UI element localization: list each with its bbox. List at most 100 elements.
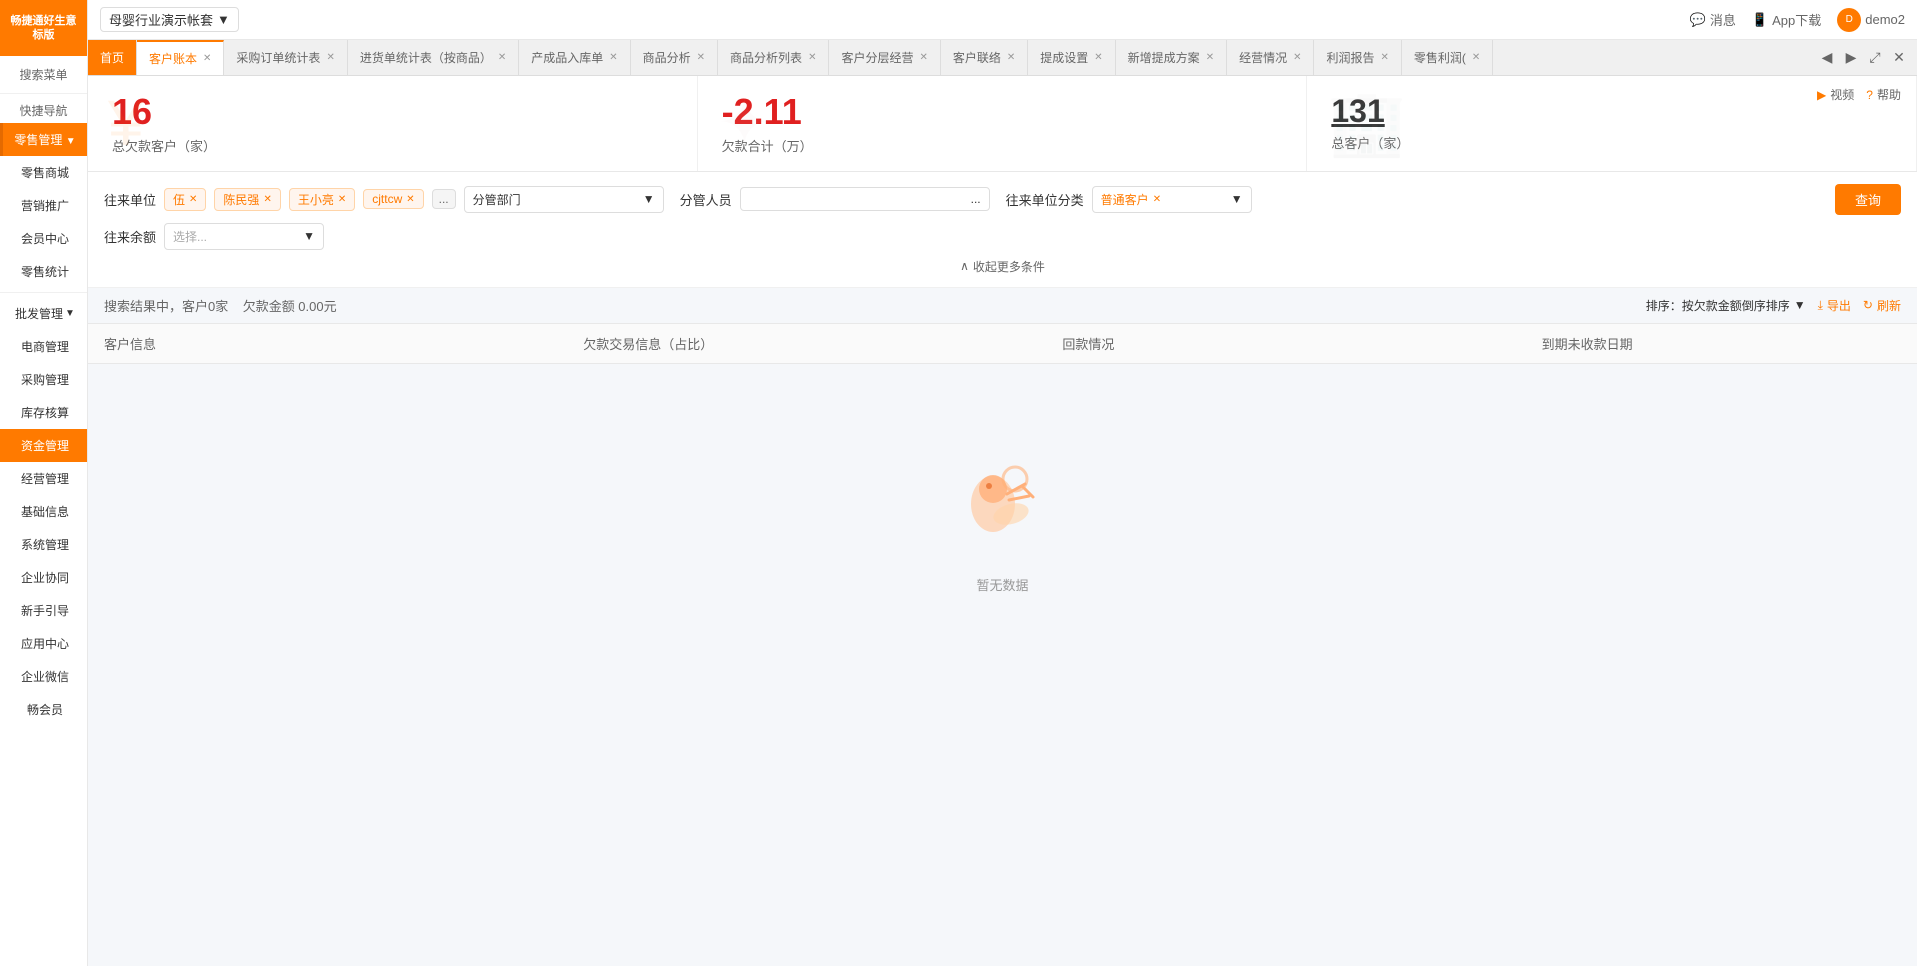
tag-close-chen[interactable]: ✕ (263, 194, 271, 205)
result-bar: 搜索结果中，客户0家 欠款金额 0.00元 排序：按欠款金额倒序排序 ▼ ⤓ 导… (88, 288, 1917, 324)
balance-label: 往来余额 (104, 227, 156, 246)
doc-help-btn[interactable]: ? 帮助 (1866, 86, 1901, 103)
video-help-btn[interactable]: ▶ 视频 (1817, 86, 1854, 103)
dept-filter[interactable]: 分管部门 ▼ (464, 186, 664, 213)
collapse-btn[interactable]: ∧ 收起更多条件 (104, 258, 1901, 275)
tab-operations-status[interactable]: 经营情况 ✕ (1227, 40, 1314, 76)
sidebar-item-ecommerce[interactable]: 电商管理 (0, 330, 87, 363)
sidebar-item-system[interactable]: 系统管理 (0, 528, 87, 561)
filter-more-btn[interactable]: ... (432, 189, 456, 209)
tag-close-wu[interactable]: ✕ (189, 194, 197, 205)
tag-close-wang[interactable]: ✕ (338, 194, 346, 205)
tab-product-inbound[interactable]: 产成品入库单 ✕ (519, 40, 630, 76)
tab-close-icon[interactable]: ✕ (1094, 52, 1102, 63)
tab-product-analysis-list[interactable]: 商品分析列表 ✕ (718, 40, 829, 76)
sidebar-item-purchase[interactable]: 采购管理 (0, 363, 87, 396)
tab-close-icon[interactable]: ✕ (609, 52, 617, 63)
sidebar-item-inventory[interactable]: 库存核算 (0, 396, 87, 429)
tag-close-category[interactable]: ✕ (1153, 194, 1161, 205)
stats-row: ¥ 16 总欠款客户（家） ✦ -2.11 欠款合计（万） 🏢 131 总客户（… (88, 76, 1917, 172)
tag-close-cjttcw[interactable]: ✕ (406, 194, 414, 205)
person-filter[interactable]: ... (740, 187, 990, 211)
chevron-down-icon: ▼ (643, 192, 655, 206)
tab-close-icon[interactable]: ✕ (326, 52, 334, 63)
main-content: 母婴行业演示帐套 ▼ 💬 消息 📱 App下载 D demo2 首页 (88, 0, 1917, 966)
sidebar-item-new-guide[interactable]: 新手引导 (0, 594, 87, 627)
balance-filter[interactable]: 选择... ▼ (164, 223, 324, 250)
tab-new-raise[interactable]: 新增提成方案 ✕ (1116, 40, 1227, 76)
chevron-down-icon: ▼ (66, 136, 76, 147)
stat-bg-icon-3: 🏢 (1327, 86, 1407, 161)
tab-close-icon[interactable]: ✕ (808, 52, 816, 63)
sidebar-item-member[interactable]: 畅会员 (0, 693, 87, 726)
sidebar-item-marketing[interactable]: 营销推广 (0, 189, 87, 222)
sidebar: 畅捷通好生意 标版 搜索菜单 快捷导航 零售管理 ▼ 零售商城 营销推广 会员中… (0, 0, 88, 966)
tab-customer-capital[interactable]: 客户账本 ✕ (137, 40, 224, 76)
stat-total-debt: ✦ -2.11 欠款合计（万） (698, 76, 1308, 171)
tab-close-icon[interactable]: ✕ (697, 52, 705, 63)
sidebar-item-app-center[interactable]: 应用中心 (0, 627, 87, 660)
tab-close-all-btn[interactable]: ✕ (1889, 48, 1909, 68)
table-header: 客户信息 欠款交易信息（占比） 回款情况 到期未收款日期 (88, 324, 1917, 364)
tab-close-icon[interactable]: ✕ (1293, 52, 1301, 63)
result-text: 搜索结果中，客户0家 欠款金额 0.00元 (104, 296, 337, 315)
sidebar-item-basic-info[interactable]: 基础信息 (0, 495, 87, 528)
sidebar-item-retail-stats[interactable]: 零售统计 (0, 255, 87, 288)
sidebar-item-retail-mall[interactable]: 零售商城 (0, 156, 87, 189)
category-filter[interactable]: 普通客户 ✕ ▼ (1092, 186, 1252, 213)
tab-retail-profit[interactable]: 零售利润( ✕ (1402, 40, 1493, 76)
col-header-customer: 客户信息 (104, 334, 583, 353)
topbar: 母婴行业演示帐套 ▼ 💬 消息 📱 App下载 D demo2 (88, 0, 1917, 40)
sidebar-item-finance[interactable]: 资金管理 (0, 429, 87, 462)
quick-nav[interactable]: 快捷导航 (0, 94, 87, 123)
message-item[interactable]: 💬 消息 (1690, 10, 1736, 29)
query-button[interactable]: 查询 (1835, 184, 1901, 215)
export-icon: ⤓ (1818, 298, 1823, 313)
refresh-btn[interactable]: ↻ 刷新 (1863, 297, 1901, 314)
tab-customer-contact[interactable]: 客户联络 ✕ (941, 40, 1028, 76)
tab-close-icon[interactable]: ✕ (498, 52, 506, 63)
tabbar: 首页 客户账本 ✕ 采购订单统计表 ✕ 进货单统计表（按商品） ✕ 产成品入库单… (88, 40, 1917, 76)
chevron-up-icon: ∧ (960, 259, 969, 273)
tab-prev-btn[interactable]: ◀ (1817, 48, 1837, 68)
sidebar-item-wechat[interactable]: 企业微信 (0, 660, 87, 693)
tab-close-icon[interactable]: ✕ (919, 52, 927, 63)
tabbar-controls: ◀ ▶ ⤢ ✕ (1809, 48, 1917, 68)
filter-tag-wu: 伍 ✕ (164, 188, 206, 211)
tab-close-icon[interactable]: ✕ (203, 53, 211, 64)
tab-customer-segment[interactable]: 客户分层经营 ✕ (829, 40, 940, 76)
sidebar-item-member-center[interactable]: 会员中心 (0, 222, 87, 255)
sort-selector[interactable]: 排序：按欠款金额倒序排序 ▼ (1646, 297, 1806, 314)
tab-expand-btn[interactable]: ⤢ (1865, 48, 1885, 68)
stats-help: ▶ 视频 ? 帮助 (1817, 86, 1901, 103)
topbar-right: 💬 消息 📱 App下载 D demo2 (1690, 8, 1905, 32)
filter-bar: 往来单位 伍 ✕ 陈民强 ✕ 王小亮 ✕ cjttcw ✕ ... (88, 172, 1917, 288)
filter-row-1: 往来单位 伍 ✕ 陈民强 ✕ 王小亮 ✕ cjttcw ✕ ... (104, 184, 1901, 215)
empty-state: 暂无数据 (88, 364, 1917, 674)
tab-home[interactable]: 首页 (88, 40, 137, 76)
tab-profit-report[interactable]: 利润报告 ✕ (1314, 40, 1401, 76)
account-selector[interactable]: 母婴行业演示帐套 ▼ (100, 7, 239, 32)
tab-inbound-stats[interactable]: 进货单统计表（按商品） ✕ (348, 40, 519, 76)
tab-next-btn[interactable]: ▶ (1841, 48, 1861, 68)
tab-close-icon[interactable]: ✕ (1381, 52, 1389, 63)
sidebar-item-enterprise[interactable]: 企业协同 (0, 561, 87, 594)
tab-product-analysis[interactable]: 商品分析 ✕ (631, 40, 718, 76)
refresh-icon: ↻ (1863, 298, 1873, 312)
export-btn[interactable]: ⤓ 导出 (1818, 297, 1851, 314)
tab-close-icon[interactable]: ✕ (1007, 52, 1015, 63)
sidebar-item-operations[interactable]: 经营管理 (0, 462, 87, 495)
sidebar-search[interactable]: 搜索菜单 (0, 56, 87, 94)
phone-icon: 📱 (1752, 12, 1768, 28)
chevron-down-icon: ▼ (1794, 298, 1806, 312)
account-name: 母婴行业演示帐套 (109, 10, 213, 29)
col-header-debt: 欠款交易信息（占比） (583, 334, 1062, 353)
tab-purchase-order[interactable]: 采购订单统计表 ✕ (224, 40, 347, 76)
tab-close-icon[interactable]: ✕ (1472, 52, 1480, 63)
tab-raise-settings[interactable]: 提成设置 ✕ (1028, 40, 1115, 76)
sidebar-item-retail-mgmt[interactable]: 零售管理 ▼ (0, 123, 87, 156)
user-avatar-item[interactable]: D demo2 (1837, 8, 1905, 32)
tab-close-icon[interactable]: ✕ (1206, 52, 1214, 63)
app-download-item[interactable]: 📱 App下载 (1752, 10, 1821, 29)
sidebar-item-wholesale[interactable]: 批发管理 ▼ (0, 297, 87, 330)
